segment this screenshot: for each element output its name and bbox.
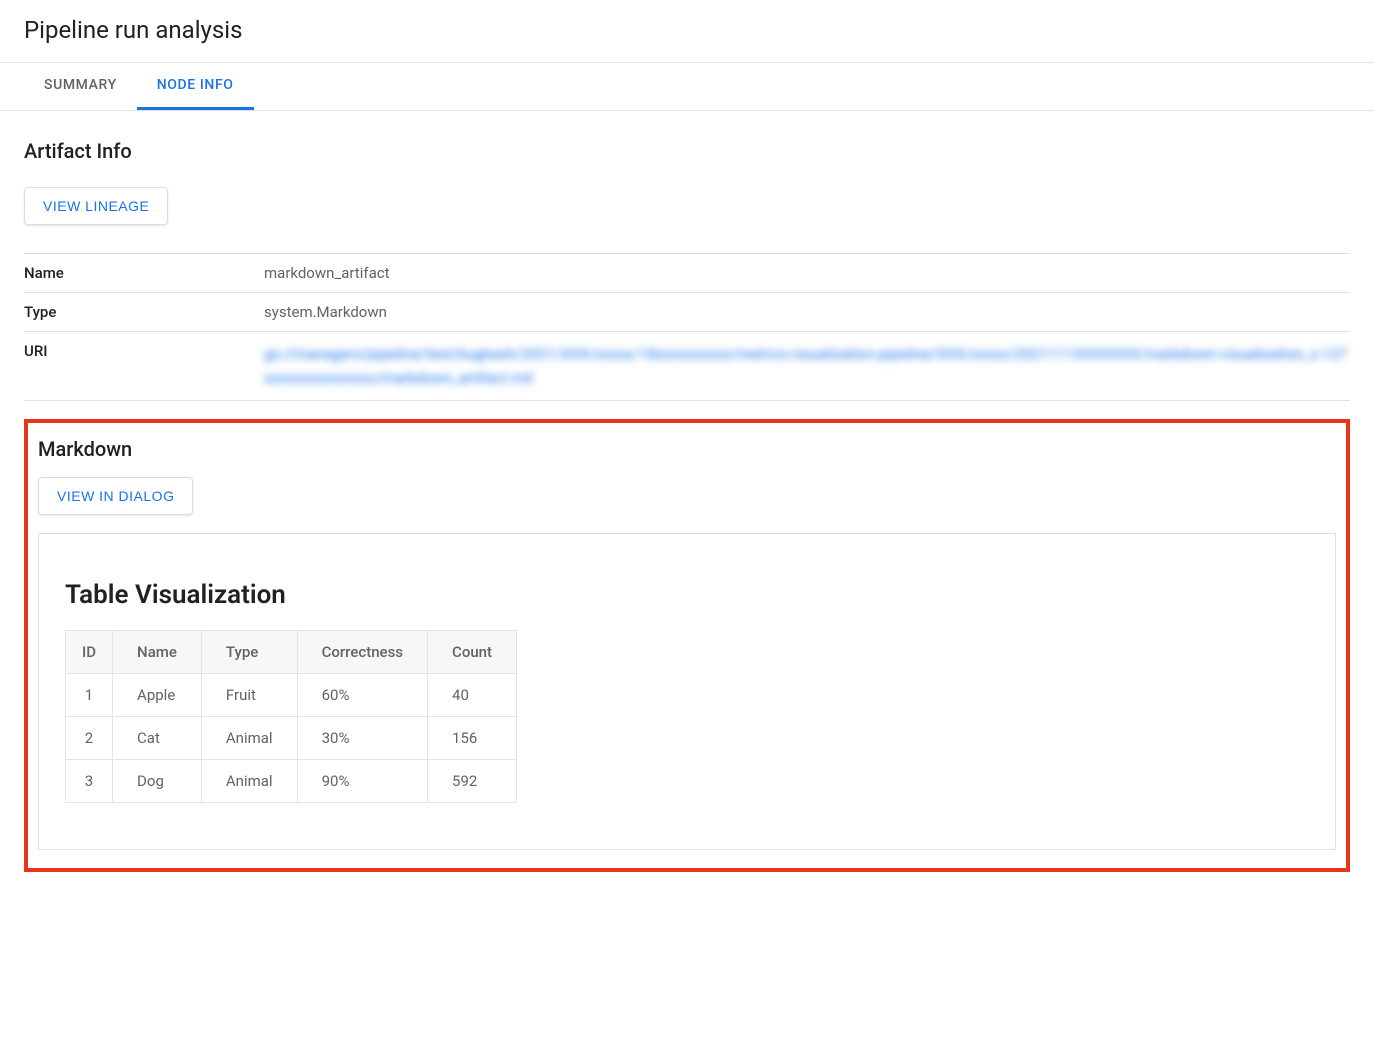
table-row: 2 Cat Animal 30% 156 bbox=[66, 717, 517, 760]
content-area: Artifact Info VIEW LINEAGE Name markdown… bbox=[0, 111, 1374, 912]
visualization-table: ID Name Type Correctness Count 1 Apple F… bbox=[65, 630, 517, 803]
cell-correctness: 60% bbox=[297, 674, 427, 717]
artifact-type-value: system.Markdown bbox=[264, 293, 1350, 332]
artifact-row-name: Name markdown_artifact bbox=[24, 254, 1350, 293]
tab-node-info[interactable]: NODE INFO bbox=[137, 63, 254, 110]
view-lineage-button[interactable]: VIEW LINEAGE bbox=[24, 187, 168, 225]
table-row: 3 Dog Animal 90% 592 bbox=[66, 760, 517, 803]
col-id: ID bbox=[66, 631, 113, 674]
cell-type: Animal bbox=[201, 717, 297, 760]
artifact-row-type: Type system.Markdown bbox=[24, 293, 1350, 332]
markdown-highlight-box: Markdown VIEW IN DIALOG Table Visualizat… bbox=[24, 419, 1350, 872]
cell-id: 2 bbox=[66, 717, 113, 760]
cell-name: Cat bbox=[113, 717, 202, 760]
col-type: Type bbox=[201, 631, 297, 674]
markdown-render-area: Table Visualization ID Name Type Correct… bbox=[38, 533, 1336, 850]
cell-name: Dog bbox=[113, 760, 202, 803]
artifact-type-label: Type bbox=[24, 293, 264, 332]
artifact-info-title: Artifact Info bbox=[24, 139, 1350, 163]
cell-id: 3 bbox=[66, 760, 113, 803]
artifact-info-table: Name markdown_artifact Type system.Markd… bbox=[24, 253, 1350, 401]
cell-count: 156 bbox=[428, 717, 517, 760]
cell-type: Animal bbox=[201, 760, 297, 803]
col-count: Count bbox=[428, 631, 517, 674]
table-header-row: ID Name Type Correctness Count bbox=[66, 631, 517, 674]
tab-bar: SUMMARY NODE INFO bbox=[0, 62, 1374, 111]
cell-id: 1 bbox=[66, 674, 113, 717]
cell-name: Apple bbox=[113, 674, 202, 717]
cell-count: 592 bbox=[428, 760, 517, 803]
cell-correctness: 30% bbox=[297, 717, 427, 760]
tab-summary[interactable]: SUMMARY bbox=[24, 63, 137, 110]
artifact-uri-label: URI bbox=[24, 332, 264, 401]
artifact-name-value: markdown_artifact bbox=[264, 254, 1350, 293]
cell-correctness: 90% bbox=[297, 760, 427, 803]
artifact-uri-link-redacted: gs://managers/pipeline/test/bugbash/2021… bbox=[264, 345, 1347, 387]
table-row: 1 Apple Fruit 60% 40 bbox=[66, 674, 517, 717]
artifact-row-uri: URI gs://managers/pipeline/test/bugbash/… bbox=[24, 332, 1350, 401]
markdown-heading: Table Visualization bbox=[65, 580, 1309, 610]
page-title: Pipeline run analysis bbox=[0, 0, 1374, 62]
cell-type: Fruit bbox=[201, 674, 297, 717]
col-correctness: Correctness bbox=[297, 631, 427, 674]
artifact-uri-value[interactable]: gs://managers/pipeline/test/bugbash/2021… bbox=[264, 332, 1350, 401]
col-name: Name bbox=[113, 631, 202, 674]
markdown-section-title: Markdown bbox=[38, 437, 1336, 461]
artifact-name-label: Name bbox=[24, 254, 264, 293]
cell-count: 40 bbox=[428, 674, 517, 717]
view-in-dialog-button[interactable]: VIEW IN DIALOG bbox=[38, 477, 193, 515]
